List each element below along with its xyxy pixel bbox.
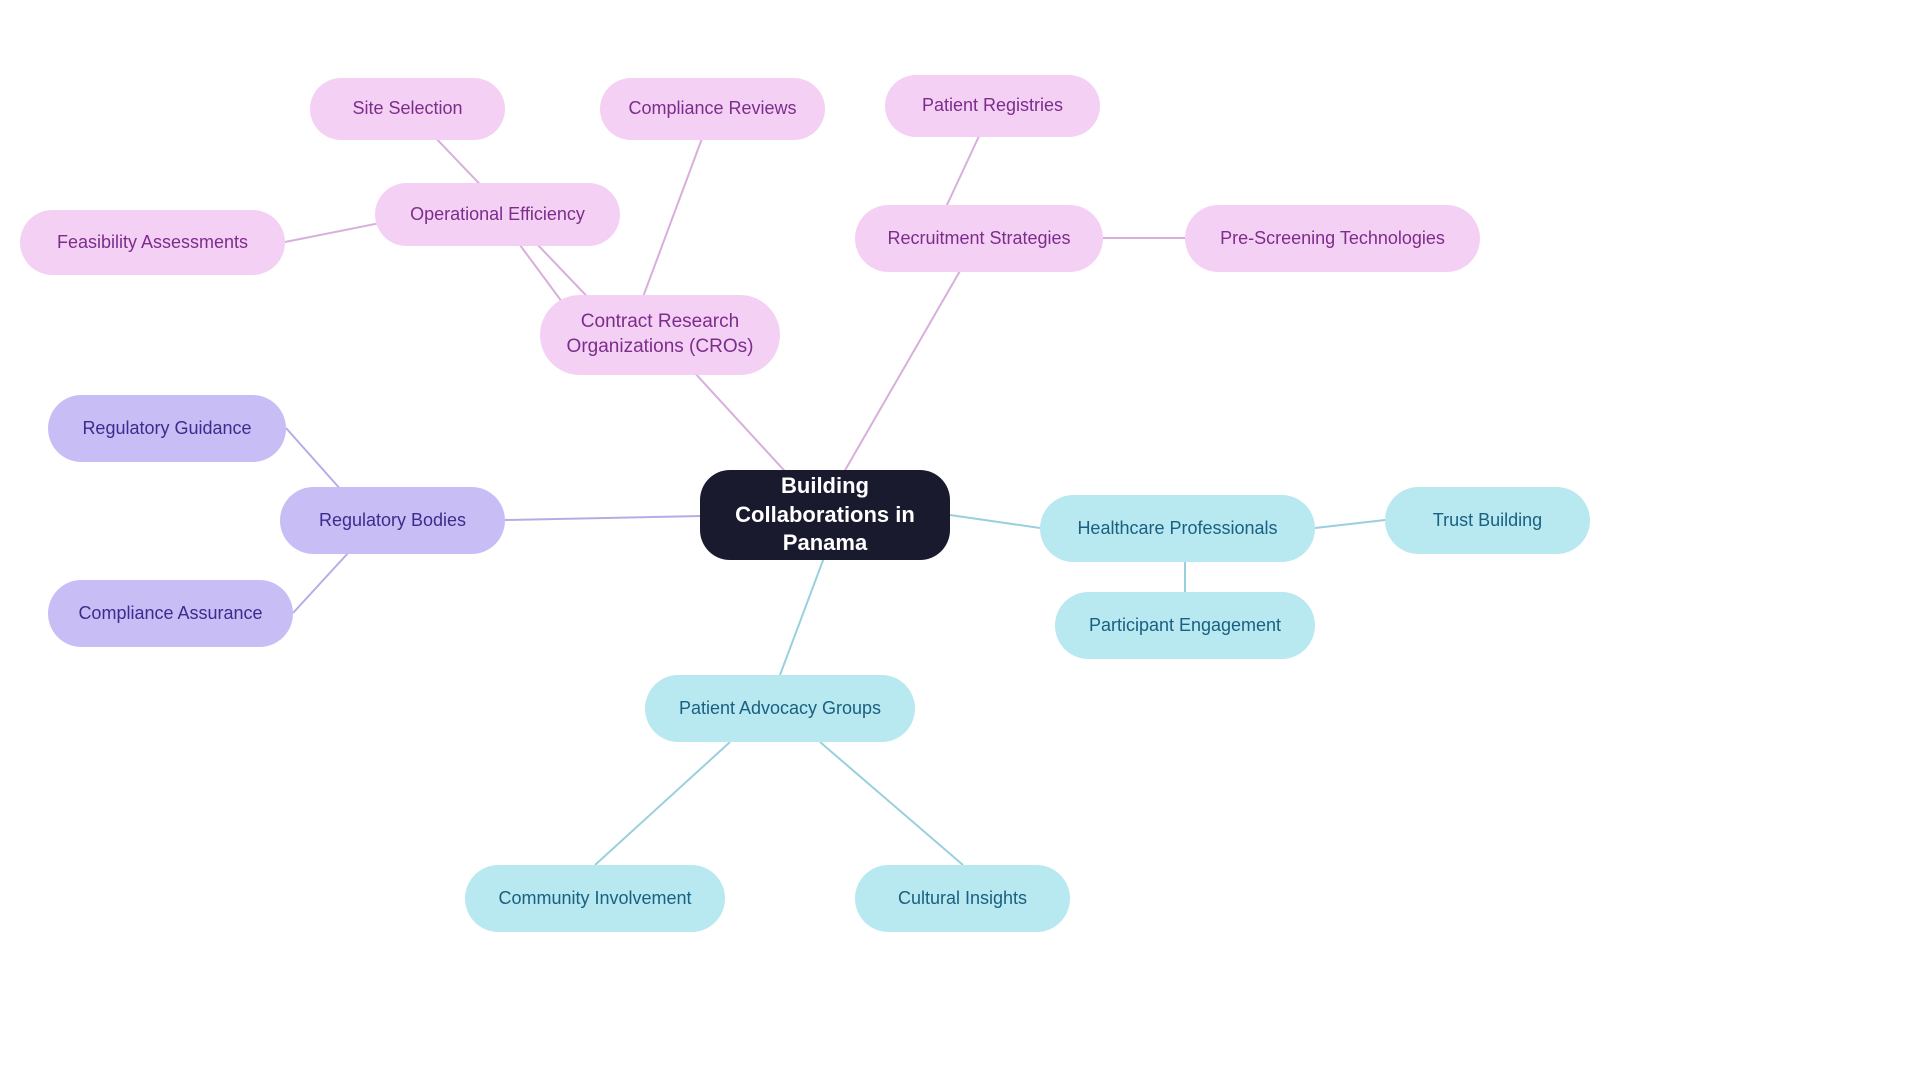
participant-engagement-node: Participant Engagement (1055, 592, 1315, 659)
patient-advocacy-groups-label: Patient Advocacy Groups (679, 697, 881, 720)
community-involvement-label: Community Involvement (498, 887, 691, 910)
compliance-assurance-node: Compliance Assurance (48, 580, 293, 647)
regulatory-bodies-label: Regulatory Bodies (319, 509, 466, 532)
regulatory-guidance-node: Regulatory Guidance (48, 395, 286, 462)
feasibility-assessments-label: Feasibility Assessments (57, 231, 248, 254)
community-involvement-node: Community Involvement (465, 865, 725, 932)
recruitment-strategies-label: Recruitment Strategies (887, 227, 1070, 250)
healthcare-professionals-node: Healthcare Professionals (1040, 495, 1315, 562)
patient-registries-label: Patient Registries (922, 94, 1063, 117)
compliance-reviews-label: Compliance Reviews (628, 97, 796, 120)
pre-screening-tech-label: Pre-Screening Technologies (1220, 227, 1445, 250)
patient-advocacy-groups-node: Patient Advocacy Groups (645, 675, 915, 742)
feasibility-assessments-node: Feasibility Assessments (20, 210, 285, 275)
compliance-assurance-label: Compliance Assurance (78, 602, 262, 625)
center-label: Building Collaborations in Panama (722, 472, 928, 558)
trust-building-node: Trust Building (1385, 487, 1590, 554)
site-selection-node: Site Selection (310, 78, 505, 140)
operational-efficiency-node: Operational Efficiency (375, 183, 620, 246)
operational-efficiency-label: Operational Efficiency (410, 203, 585, 226)
compliance-reviews-node: Compliance Reviews (600, 78, 825, 140)
recruitment-strategies-node: Recruitment Strategies (855, 205, 1103, 272)
cros-node: Contract Research Organizations (CROs) (540, 295, 780, 375)
site-selection-label: Site Selection (352, 97, 462, 120)
cultural-insights-node: Cultural Insights (855, 865, 1070, 932)
center-node: Building Collaborations in Panama (700, 470, 950, 560)
regulatory-bodies-node: Regulatory Bodies (280, 487, 505, 554)
healthcare-professionals-label: Healthcare Professionals (1077, 517, 1277, 540)
cros-label: Contract Research Organizations (CROs) (567, 310, 754, 359)
patient-registries-node: Patient Registries (885, 75, 1100, 137)
trust-building-label: Trust Building (1433, 509, 1542, 532)
regulatory-guidance-label: Regulatory Guidance (82, 417, 251, 440)
cultural-insights-label: Cultural Insights (898, 887, 1027, 910)
pre-screening-tech-node: Pre-Screening Technologies (1185, 205, 1480, 272)
participant-engagement-label: Participant Engagement (1089, 614, 1281, 637)
